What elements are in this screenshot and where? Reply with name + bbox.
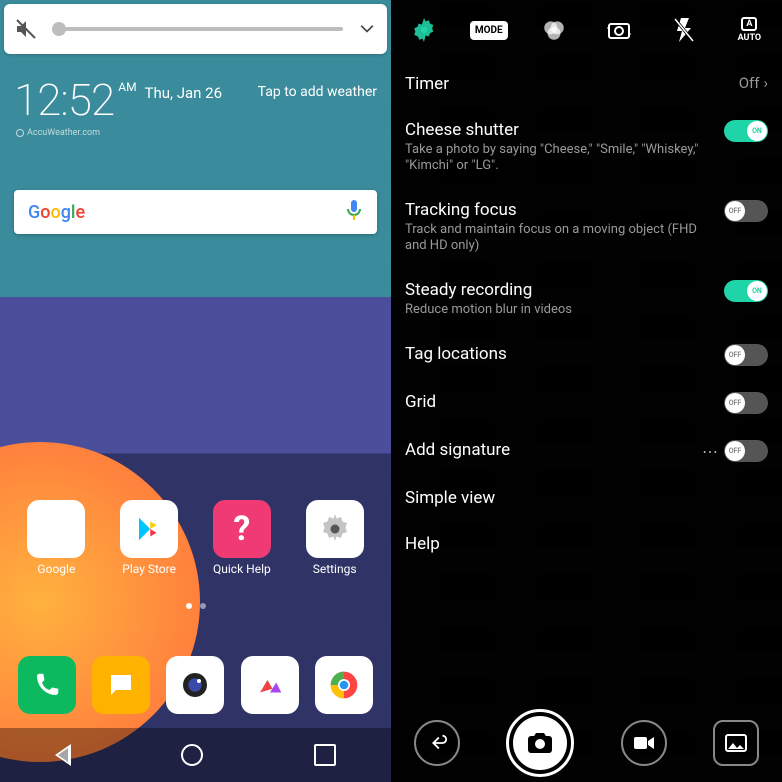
volume-panel[interactable] [4, 4, 387, 54]
app-phone[interactable] [18, 656, 76, 714]
camera-settings-screen: MODE AAUTO Timer Off› Cheese shutterTake a… [391, 0, 782, 782]
folder-icon [27, 500, 85, 558]
camera-back-button[interactable] [414, 720, 460, 766]
setting-subtitle: Reduce motion blur in videos [405, 302, 572, 318]
app-chrome[interactable] [315, 656, 373, 714]
setting-title: Timer [405, 74, 449, 94]
toggle-tracking[interactable]: OFF [724, 200, 768, 222]
clock-time: 12:52 [14, 74, 114, 126]
setting-title: Cheese shutter [405, 120, 714, 140]
app-messages[interactable] [92, 656, 150, 714]
toggle-grid[interactable]: OFF [724, 392, 768, 414]
page-indicator [0, 602, 391, 612]
clock-date: Thu, Jan 26 [145, 84, 222, 102]
setting-steady[interactable]: Steady recording Reduce motion blur in vi… [405, 268, 768, 332]
nav-home-button[interactable] [181, 744, 203, 766]
setting-title: Simple view [405, 488, 495, 508]
app-google-folder[interactable]: Google [10, 500, 103, 576]
setting-simple[interactable]: Simple view [405, 476, 768, 522]
toggle-tagloc[interactable]: OFF [724, 344, 768, 366]
app-label: Settings [313, 562, 357, 576]
setting-subtitle: Track and maintain focus on a moving obj… [405, 222, 714, 254]
camera-top-toolbar: MODE AAUTO [391, 8, 782, 52]
clock-widget[interactable]: 12:52 AM Thu, Jan 26 Tap to add weather [14, 74, 377, 126]
setting-sig[interactable]: Add signature ⋯ OFF [405, 428, 768, 476]
camera-settings-list: Timer Off› Cheese shutterTake a photo by s… [391, 62, 782, 702]
quick-help-icon: ? [213, 500, 271, 558]
google-search-bar[interactable]: Google [14, 190, 377, 234]
play-store-icon [120, 500, 178, 558]
shutter-button[interactable] [506, 709, 574, 777]
toggle-steady[interactable]: ON [724, 280, 768, 302]
setting-title: Help [405, 534, 440, 554]
app-camera[interactable] [166, 656, 224, 714]
app-label: Google [37, 562, 75, 576]
setting-title: Tracking focus [405, 200, 714, 220]
setting-help[interactable]: Help [405, 522, 768, 568]
android-navbar [0, 728, 391, 782]
toggle-knob: OFF [725, 393, 745, 413]
accuweather-credit: AccuWeather.com [16, 128, 100, 138]
more-icon[interactable]: ⋯ [702, 442, 718, 461]
app-label: Quick Help [213, 562, 271, 576]
chevron-right-icon: › [763, 74, 768, 92]
chevron-down-icon[interactable] [357, 19, 377, 39]
flash-off-icon[interactable] [669, 15, 699, 45]
app-play-store[interactable]: Play Store [103, 500, 196, 576]
toggle-knob: ON [747, 281, 767, 301]
nav-recent-button[interactable] [314, 744, 336, 766]
setting-grid[interactable]: Grid OFF [405, 380, 768, 428]
volume-slider[interactable] [52, 27, 343, 31]
app-row: Google Play Store ? Quick Help Settings [0, 500, 391, 576]
nav-back-button[interactable] [55, 744, 71, 766]
filters-icon[interactable] [539, 15, 569, 45]
camera-bottom-bar [391, 704, 782, 782]
toggle-knob: ON [747, 121, 767, 141]
toggle-cheese[interactable]: ON [724, 120, 768, 142]
google-logo: Google [28, 202, 85, 223]
setting-value: Off› [739, 74, 768, 92]
setting-timer[interactable]: Timer Off› [405, 62, 768, 108]
toggle-knob: OFF [725, 201, 745, 221]
setting-title: Add signature [405, 440, 510, 460]
setting-subtitle: Take a photo by saying "Cheese," "Smile,… [405, 142, 714, 174]
camera-mode-button[interactable]: MODE [474, 15, 504, 45]
setting-tracking[interactable]: Tracking focusTrack and maintain focus o… [405, 188, 768, 268]
app-settings[interactable]: Settings [288, 500, 381, 576]
setting-cheese[interactable]: Cheese shutterTake a photo by saying "Ch… [405, 108, 768, 188]
setting-title: Grid [405, 392, 436, 412]
video-mode-button[interactable] [621, 720, 667, 766]
switch-camera-icon[interactable] [604, 15, 634, 45]
setting-tagloc[interactable]: Tag locations OFF [405, 332, 768, 380]
hotseat [0, 656, 391, 714]
home-screen: 12:52 AM Thu, Jan 26 Tap to add weather … [0, 0, 391, 782]
mic-icon[interactable] [345, 199, 363, 225]
toggle-knob: OFF [725, 345, 745, 365]
app-gallery[interactable] [241, 656, 299, 714]
camera-settings-icon[interactable] [409, 15, 439, 45]
toggle-knob: OFF [725, 441, 745, 461]
setting-title: Tag locations [405, 344, 507, 364]
app-label: Play Store [122, 562, 176, 576]
camera-icon [513, 716, 567, 770]
clock-ampm: AM [118, 80, 136, 94]
gear-icon [306, 500, 364, 558]
app-quick-help[interactable]: ? Quick Help [196, 500, 289, 576]
volume-mute-icon [14, 17, 38, 41]
gallery-thumbnail-button[interactable] [713, 720, 759, 766]
toggle-sig[interactable]: OFF [724, 440, 768, 462]
auto-mode-button[interactable]: AAUTO [734, 15, 764, 45]
setting-title: Steady recording [405, 280, 572, 300]
add-weather-link[interactable]: Tap to add weather [258, 84, 377, 100]
